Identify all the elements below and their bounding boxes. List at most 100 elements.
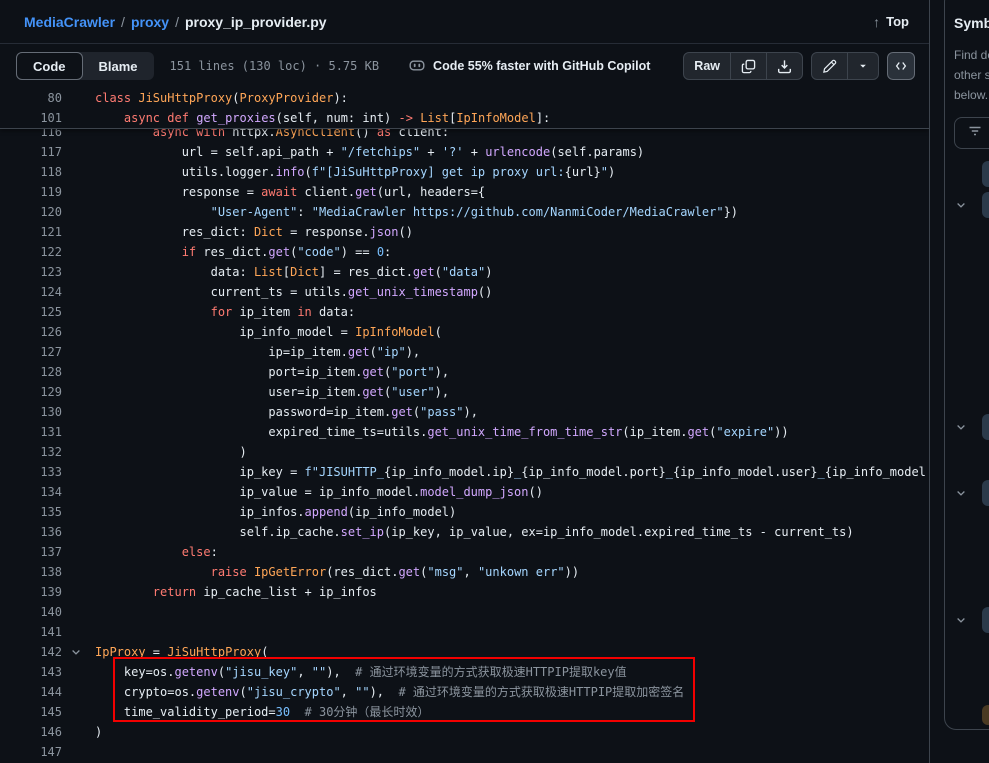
code-text: res_dict: Dict = response.json() (90, 222, 929, 242)
chevron-down-icon[interactable] (949, 487, 973, 499)
symbols-filter-button[interactable] (954, 117, 989, 149)
line-number[interactable]: 139 (0, 582, 62, 602)
breadcrumb-separator: / (121, 14, 125, 30)
code-text: key=os.getenv("jisu_key", ""), # 通过环境变量的… (90, 662, 929, 682)
symbol-item (949, 414, 989, 440)
line-number[interactable]: 146 (0, 722, 62, 742)
copy-icon[interactable] (731, 53, 767, 79)
code-text: user=ip_item.get("user"), (90, 382, 929, 402)
back-to-top-link[interactable]: ↑ Top (873, 14, 909, 30)
line-number[interactable]: 134 (0, 482, 62, 502)
chevron-down-icon[interactable] (949, 421, 973, 433)
gutter-spacer (62, 202, 90, 222)
arrow-up-icon: ↑ (873, 14, 880, 30)
symbol-pill[interactable] (982, 161, 989, 187)
code-text (90, 742, 929, 762)
tab-code[interactable]: Code (16, 52, 83, 80)
symbols-panel: Symbols Find definitions and references … (944, 0, 989, 730)
code-text: expired_time_ts=utils.get_unix_time_from… (90, 422, 929, 442)
code-line: 123 data: List[Dict] = res_dict.get("dat… (0, 262, 929, 282)
line-number[interactable]: 127 (0, 342, 62, 362)
line-number[interactable]: 137 (0, 542, 62, 562)
line-number[interactable]: 121 (0, 222, 62, 242)
symbol-pill[interactable] (982, 192, 989, 218)
symbol-pill[interactable] (982, 607, 989, 633)
line-number[interactable]: 125 (0, 302, 62, 322)
line-number[interactable]: 130 (0, 402, 62, 422)
line-number[interactable]: 123 (0, 262, 62, 282)
code-line: 147 (0, 742, 929, 762)
line-number[interactable]: 119 (0, 182, 62, 202)
line-number[interactable]: 126 (0, 322, 62, 342)
gutter-spacer (62, 322, 90, 342)
line-number[interactable]: 122 (0, 242, 62, 262)
line-number[interactable]: 141 (0, 622, 62, 642)
code-text: class JiSuHttpProxy(ProxyProvider): (90, 88, 929, 108)
code-line: 131 expired_time_ts=utils.get_unix_time_… (0, 422, 929, 442)
gutter-spacer (62, 542, 90, 562)
chevron-down-icon[interactable] (949, 199, 973, 211)
code-text: data: List[Dict] = res_dict.get("data") (90, 262, 929, 282)
gutter-spacer (62, 342, 90, 362)
gutter-spacer (62, 242, 90, 262)
gutter-spacer (62, 162, 90, 182)
edit-pencil-icon[interactable] (812, 53, 848, 79)
code-line: 80 class JiSuHttpProxy(ProxyProvider): (0, 88, 929, 108)
raw-button[interactable]: Raw (684, 53, 731, 79)
code-text: "User-Agent": "MediaCrawler https://gith… (90, 202, 929, 222)
code-text: ) (90, 442, 929, 462)
line-number[interactable]: 131 (0, 422, 62, 442)
symbol-pill[interactable] (982, 705, 989, 725)
line-number[interactable]: 135 (0, 502, 62, 522)
gutter-spacer (62, 562, 90, 582)
symbol-pill[interactable] (982, 480, 989, 506)
tab-blame[interactable]: Blame (83, 52, 154, 80)
gutter-spacer (62, 462, 90, 482)
code-text: url = self.api_path + "/fetchips" + '?' … (90, 142, 929, 162)
breadcrumb-repo-link[interactable]: MediaCrawler (24, 14, 115, 30)
symbol-item (949, 192, 989, 218)
line-number[interactable]: 80 (0, 88, 62, 108)
code-text: raise IpGetError(res_dict.get("msg", "un… (90, 562, 929, 582)
code-line: 129 user=ip_item.get("user"), (0, 382, 929, 402)
file-actions: Raw (683, 52, 915, 80)
code-line: 145 time_validity_period=30 # 30分钟（最长时效） (0, 702, 929, 722)
gutter-spacer (62, 702, 90, 722)
code-line: 143 key=os.getenv("jisu_key", ""), # 通过环… (0, 662, 929, 682)
line-number[interactable]: 140 (0, 602, 62, 622)
line-number[interactable]: 118 (0, 162, 62, 182)
line-number[interactable]: 132 (0, 442, 62, 462)
gutter-spacer (62, 142, 90, 162)
symbol-pill[interactable] (982, 414, 989, 440)
line-number[interactable]: 120 (0, 202, 62, 222)
line-number[interactable]: 138 (0, 562, 62, 582)
line-number[interactable]: 142 (0, 642, 62, 662)
gutter-spacer (62, 522, 90, 542)
line-number[interactable]: 128 (0, 362, 62, 382)
code-text: utils.logger.info(f"[JiSuHttpProxy] get … (90, 162, 929, 182)
line-number[interactable]: 124 (0, 282, 62, 302)
line-number[interactable]: 144 (0, 682, 62, 702)
line-number[interactable]: 147 (0, 742, 62, 762)
line-number[interactable]: 136 (0, 522, 62, 542)
line-number[interactable]: 129 (0, 382, 62, 402)
line-number[interactable]: 145 (0, 702, 62, 722)
download-icon[interactable] (767, 53, 802, 79)
line-number[interactable]: 101 (0, 108, 62, 128)
symbols-panel-heading: Symbols (954, 15, 989, 31)
collapse-chevron-icon[interactable] (62, 642, 90, 662)
github-file-view: MediaCrawler/proxy/proxy_ip_provider.py … (0, 0, 989, 763)
line-number[interactable]: 133 (0, 462, 62, 482)
gutter-spacer (62, 182, 90, 202)
symbols-panel-toggle-button[interactable] (887, 52, 915, 80)
breadcrumb-folder-link[interactable]: proxy (131, 14, 169, 30)
line-number[interactable]: 143 (0, 662, 62, 682)
chevron-down-icon[interactable] (949, 614, 973, 626)
code-line: 132 ) (0, 442, 929, 462)
code-text: response = await client.get(url, headers… (90, 182, 929, 202)
edit-dropdown-caret-icon[interactable] (848, 53, 878, 79)
gutter-spacer (62, 662, 90, 682)
code-line: 135 ip_infos.append(ip_info_model) (0, 502, 929, 522)
copilot-banner[interactable]: Code 55% faster with GitHub Copilot (409, 58, 650, 74)
line-number[interactable]: 117 (0, 142, 62, 162)
